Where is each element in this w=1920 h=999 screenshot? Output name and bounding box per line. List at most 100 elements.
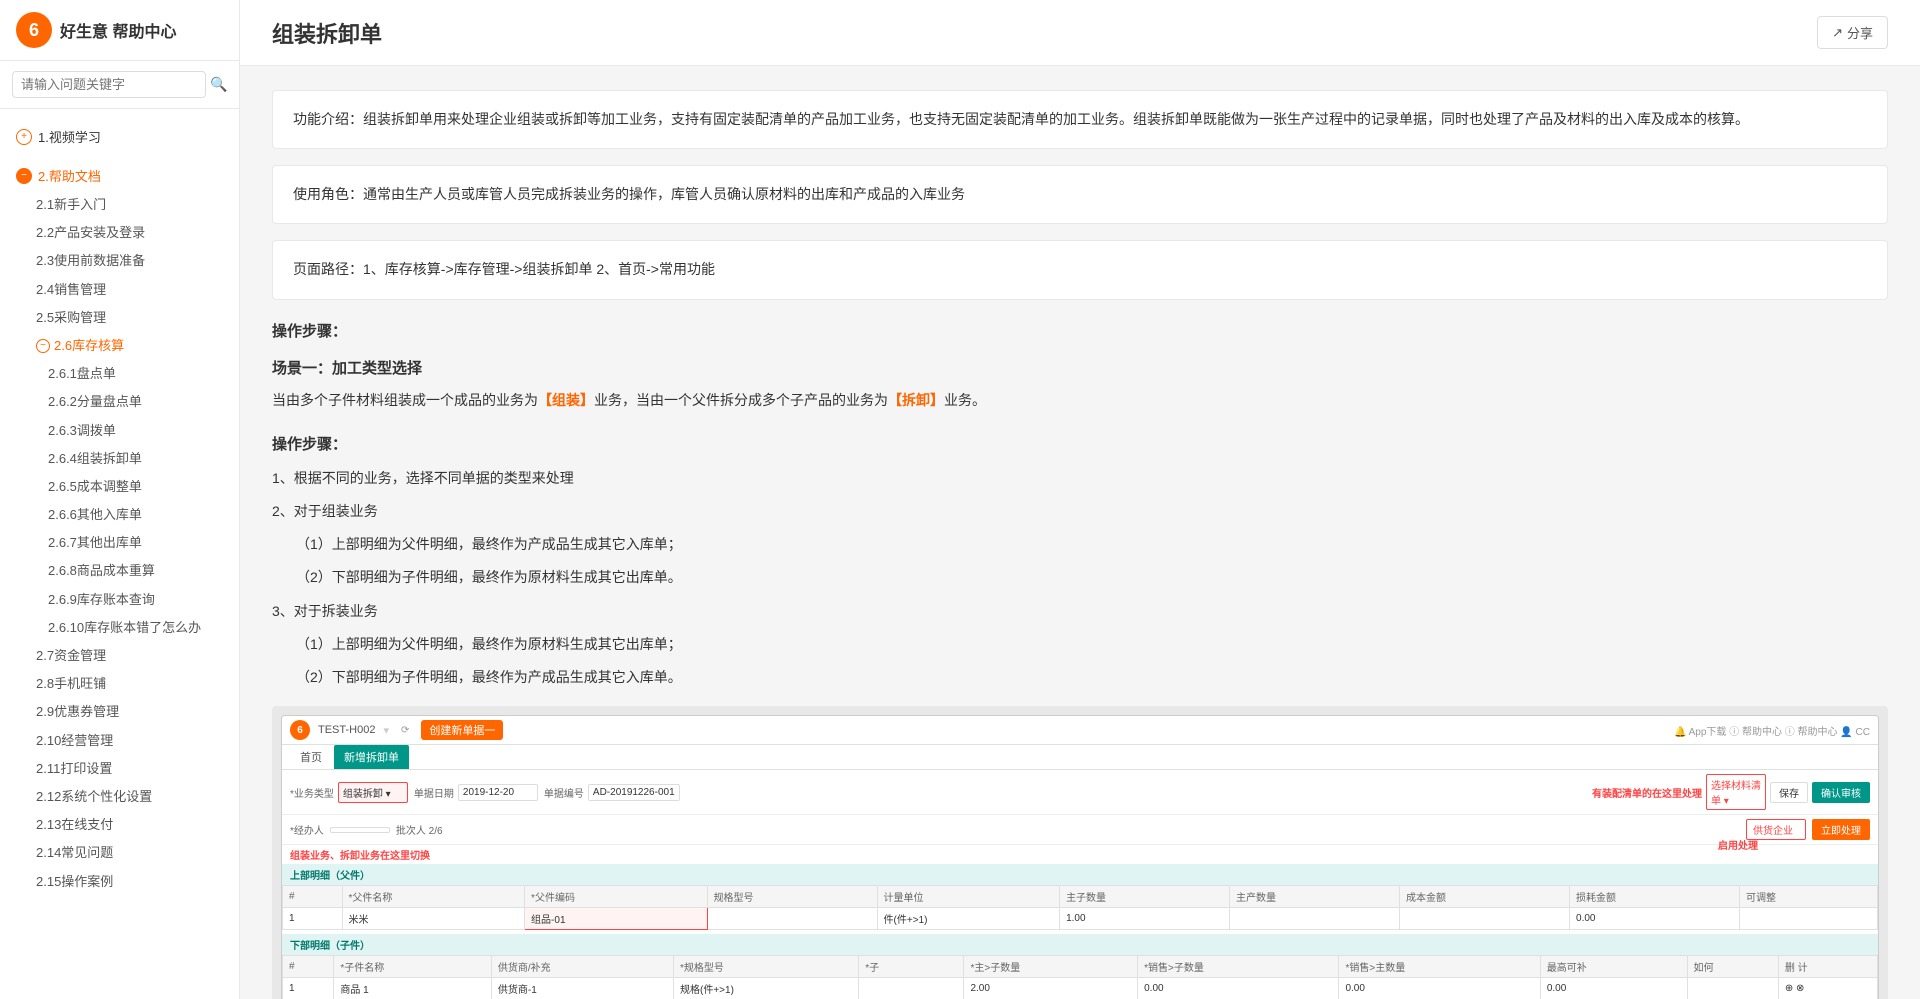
- sidebar-item-operations[interactable]: 2.10经营管理: [36, 727, 239, 755]
- sidebar-search-container: 🔍: [0, 61, 239, 109]
- erp-company: TEST-H002: [318, 724, 375, 736]
- sidebar-item-finance[interactable]: 2.7资金管理: [36, 642, 239, 670]
- sidebar-item-cost-adjust[interactable]: 2.6.5成本调整单: [48, 473, 239, 501]
- erp-tab-assembly[interactable]: 新增拆卸单: [334, 745, 409, 769]
- page-path-card: 页面路径：1、库存核算->库存管理->组装拆卸单 2、首页->常用功能: [272, 240, 1888, 299]
- sidebar-item-faq[interactable]: 2.14常见问题: [36, 839, 239, 867]
- sidebar-logo: 6 好生意 帮助中心: [0, 0, 239, 61]
- sidebar-item-inventory-count[interactable]: 2.6.1盘点单: [48, 360, 239, 388]
- page-path-text: 页面路径：1、库存核算->库存管理->组装拆卸单 2、首页->常用功能: [293, 257, 1867, 282]
- nav-sub-2: 2.1新手入门 2.2产品安装及登录 2.3使用前数据准备 2.4销售管理 2.…: [0, 191, 239, 896]
- sidebar-item-inventory-count2[interactable]: 2.6.2分量盘点单: [48, 388, 239, 416]
- sidebar-item-purchase[interactable]: 2.5采购管理: [36, 304, 239, 332]
- erp-topbar: 6 TEST-H002 ▾ ⟳ 创建新单据一 🔔 App下载 ⓘ 帮助中心 ⓘ …: [282, 716, 1878, 745]
- sidebar-item-transfer[interactable]: 2.6.3调拨单: [48, 417, 239, 445]
- step-3-2: （2）下部明细为子件明细，最终作为产成品生成其它入库单。: [272, 665, 1888, 690]
- sidebar-item-mobile[interactable]: 2.8手机旺铺: [36, 670, 239, 698]
- main: 组装拆卸单 ↗ 分享 功能介绍：组装拆卸单用来处理企业组装或拆卸等加工业务，支持…: [240, 0, 1920, 999]
- sidebar-item-video[interactable]: + 1.视频学习: [0, 121, 239, 152]
- share-icon: ↗: [1832, 25, 1843, 41]
- erp-bom-btn[interactable]: 选择材料清单 ▾: [1706, 774, 1766, 810]
- page-title: 组装拆卸单: [272, 17, 382, 49]
- sidebar-item-beginner[interactable]: 2.1新手入门: [36, 191, 239, 219]
- erp-date-field: 单据日期 2019-12-20: [414, 784, 538, 801]
- erp-annotation-row: 组装业务、拆卸业务在这里切换 启用处理: [282, 845, 1878, 862]
- step-3: 3、对于拆装业务: [272, 599, 1888, 624]
- sidebar-item-other-out[interactable]: 2.6.7其他出库单: [48, 529, 239, 557]
- erp-upper-table: # *父件名称 *父件编码 规格型号 计量单位 主子数量 主产数量 成本金额 损…: [282, 885, 1878, 930]
- sidebar-item-inventory[interactable]: − 2.6库存核算: [36, 332, 239, 360]
- sidebar-item-stock-query[interactable]: 2.6.9库存账本查询: [48, 586, 239, 614]
- step-2-2: （2）下部明细为子件明细，最终作为原材料生成其它出库单。: [272, 565, 1888, 590]
- erp-save-btn[interactable]: 保存: [1770, 782, 1808, 803]
- logo-text: 好生意 帮助中心: [60, 18, 176, 42]
- sidebar-item-personalization[interactable]: 2.12系统个性化设置: [36, 783, 239, 811]
- step-2-1: （1）上部明细为父件明细，最终作为产成品生成其它入库单；: [272, 532, 1888, 557]
- erp-lower-header: 下部明细（子件）: [282, 934, 1878, 955]
- sidebar-item-help-docs[interactable]: − 2.帮助文档: [0, 160, 239, 191]
- erp-operator-input[interactable]: [330, 827, 390, 833]
- scenario1-title: 场景一：加工类型选择: [272, 357, 1888, 378]
- ops-steps-title: 操作步骤：: [272, 433, 1888, 454]
- search-input[interactable]: [12, 71, 206, 98]
- erp-type-input[interactable]: 组装拆卸 ▾: [338, 782, 408, 803]
- sidebar: 6 好生意 帮助中心 🔍 + 1.视频学习 − 2.帮助文档 2.1新手入门: [0, 0, 240, 999]
- erp-form-row1: *业务类型 组装拆卸 ▾ 单据日期 2019-12-20 单据编号 AD-201…: [282, 770, 1878, 815]
- erp-form-row2: *经办人 批次人 2/6 供货企业 立即处理: [282, 815, 1878, 845]
- erp-partcode-input[interactable]: 组品-01: [525, 908, 708, 930]
- sidebar-item-print[interactable]: 2.11打印设置: [36, 755, 239, 783]
- user-role-card: 使用角色：通常由生产人员或库管人员完成拆装业务的操作，库管人员确认原材料的出库和…: [272, 165, 1888, 224]
- sidebar-item-payment[interactable]: 2.13在线支付: [36, 811, 239, 839]
- erp-confirm-btn[interactable]: 确认审核: [1812, 782, 1870, 803]
- erp-process-btn[interactable]: 立即处理: [1812, 819, 1870, 840]
- erp-docno-input[interactable]: AD-20191226-001: [588, 784, 680, 801]
- scenario1-desc: 当由多个子件材料组装成一个成品的业务为【组装】业务，当由一个父件拆分成多个子产品…: [272, 388, 1888, 413]
- logo-icon: 6: [16, 12, 52, 48]
- sidebar-item-sales[interactable]: 2.4销售管理: [36, 276, 239, 304]
- nav-section-1: + 1.视频学习: [0, 117, 239, 156]
- sidebar-nav: + 1.视频学习 − 2.帮助文档 2.1新手入门 2.2产品安装及登录 2.3…: [0, 109, 239, 999]
- erp-new-btn[interactable]: 创建新单据一: [421, 720, 503, 740]
- erp-screenshot: 6 TEST-H002 ▾ ⟳ 创建新单据一 🔔 App下载 ⓘ 帮助中心 ⓘ …: [272, 706, 1888, 999]
- main-content: 功能介绍：组装拆卸单用来处理企业组装或拆卸等加工业务，支持有固定装配清单的产品加…: [240, 66, 1920, 999]
- step-2: 2、对于组装业务: [272, 499, 1888, 524]
- erp-right-icons: 🔔 App下载 ⓘ 帮助中心 ⓘ 帮助中心 👤 CC: [1674, 723, 1870, 738]
- erp-bom-section: 有装配清单的在这里处理 选择材料清单 ▾ 保存 确认审核: [1592, 774, 1870, 810]
- erp-date-input[interactable]: 2019-12-20: [458, 784, 538, 801]
- table-row: 1 商品 1 供货商-1 规格(件+>1) 2.00 0.00 0.00 0.0…: [283, 978, 1878, 999]
- erp-type-field: *业务类型 组装拆卸 ▾: [290, 782, 408, 803]
- step-3-1: （1）上部明细为父件明细，最终作为原材料生成其它出库单；: [272, 632, 1888, 657]
- sidebar-item-cases[interactable]: 2.15操作案例: [36, 868, 239, 896]
- main-header: 组装拆卸单 ↗ 分享: [240, 0, 1920, 66]
- erp-upper-header: 上部明细（父件）: [282, 864, 1878, 885]
- sidebar-item-data-prep[interactable]: 2.3使用前数据准备: [36, 247, 239, 275]
- sidebar-item-coupon[interactable]: 2.9优惠券管理: [36, 698, 239, 726]
- feature-intro-text: 功能介绍：组装拆卸单用来处理企业组装或拆卸等加工业务，支持有固定装配清单的产品加…: [293, 107, 1867, 132]
- step-1: 1、根据不同的业务，选择不同单据的类型来处理: [272, 466, 1888, 491]
- process-label: 启用处理: [1718, 837, 1758, 852]
- search-button[interactable]: 🔍: [210, 76, 227, 93]
- sidebar-item-stock-error[interactable]: 2.6.10库存账本错了怎么办: [48, 614, 239, 642]
- nav-sub-inventory: 2.6.1盘点单 2.6.2分量盘点单 2.6.3调拨单 2.6.4组装拆卸单 …: [36, 360, 239, 642]
- assembly-switch-label: 组装业务、拆卸业务在这里切换: [290, 851, 430, 862]
- minus-icon-inventory: −: [36, 339, 50, 353]
- erp-refresh: ⟳: [401, 725, 409, 736]
- erp-lower-table: # *子件名称 供货商/补充 *规格型号 *子 *主>子数量 *销售>子数量 *…: [282, 955, 1878, 999]
- user-role-text: 使用角色：通常由生产人员或库管人员完成拆装业务的操作，库管人员确认原材料的出库和…: [293, 182, 1867, 207]
- erp-mock-ui: 6 TEST-H002 ▾ ⟳ 创建新单据一 🔔 App下载 ⓘ 帮助中心 ⓘ …: [281, 715, 1879, 999]
- share-button[interactable]: ↗ 分享: [1817, 16, 1888, 49]
- erp-logo: 6: [290, 720, 310, 740]
- sidebar-item-cost-recalc[interactable]: 2.6.8商品成本重算: [48, 557, 239, 585]
- ops-title: 操作步骤：: [272, 320, 1888, 341]
- erp-docno-field: 单据编号 AD-20191226-001: [544, 784, 680, 801]
- feature-intro-card: 功能介绍：组装拆卸单用来处理企业组装或拆卸等加工业务，支持有固定装配清单的产品加…: [272, 90, 1888, 149]
- erp-tab-home[interactable]: 首页: [290, 745, 332, 769]
- minus-icon-2: −: [16, 168, 32, 184]
- sidebar-item-other-in[interactable]: 2.6.6其他入库单: [48, 501, 239, 529]
- sidebar-item-assembly[interactable]: 2.6.4组装拆卸单: [48, 445, 239, 473]
- erp-bom-label: 有装配清单的在这里处理: [1592, 785, 1702, 800]
- nav-section-2: − 2.帮助文档 2.1新手入门 2.2产品安装及登录 2.3使用前数据准备 2…: [0, 156, 239, 900]
- table-row: 1 米米 组品-01 件(件+>1) 1.00 0.00: [283, 908, 1878, 930]
- sidebar-item-install[interactable]: 2.2产品安装及登录: [36, 219, 239, 247]
- erp-nav-tabs: 首页 新增拆卸单: [282, 745, 1878, 770]
